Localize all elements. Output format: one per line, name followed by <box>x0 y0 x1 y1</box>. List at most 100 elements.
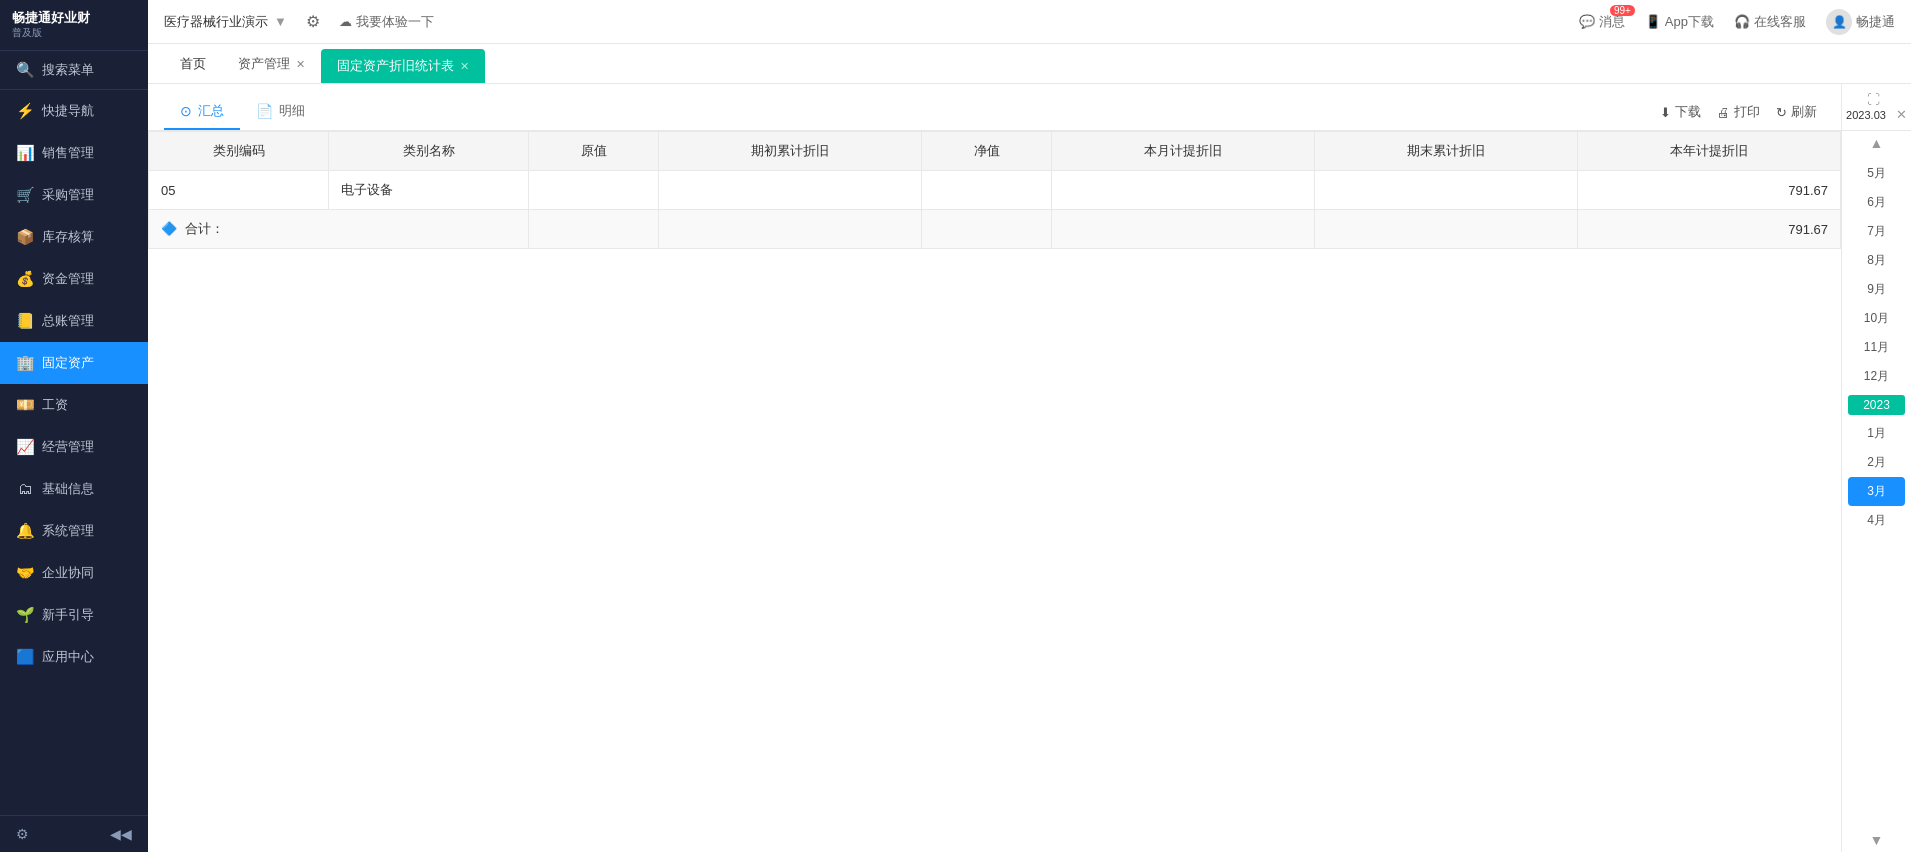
sub-tabs: ⊙ 汇总 📄 明细 ⬇ 下载 🖨 打印 <box>148 84 1841 131</box>
close-icon[interactable]: ✕ <box>1896 107 1907 122</box>
col-header-code: 类别编码 <box>149 132 329 171</box>
sidebar-item-enterprise[interactable]: 🤝 企业协同 <box>0 552 148 594</box>
operations-icon: 📈 <box>16 438 34 456</box>
service-icon: 🎧 <box>1734 14 1750 29</box>
topbar: 医疗器械行业演示 ▼ ⚙ ☁ 我要体验一下 💬 消息 99+ 📱 App下载 🎧… <box>148 0 1911 44</box>
col-header-annual: 本年计提折旧 <box>1578 132 1841 171</box>
summary-tab-icon: ⊙ <box>180 103 192 119</box>
dropdown-icon: ▼ <box>274 14 287 29</box>
month-9[interactable]: 9月 <box>1842 275 1911 304</box>
download-label: App下载 <box>1665 13 1714 31</box>
enterprise-icon: 🤝 <box>16 564 34 582</box>
month-11[interactable]: 11月 <box>1842 333 1911 362</box>
month-1[interactable]: 1月 <box>1842 419 1911 448</box>
tab-depreciation-close[interactable]: ✕ <box>460 60 469 73</box>
sidebar-item-purchase[interactable]: 🛒 采购管理 <box>0 174 148 216</box>
col-header-original: 原值 <box>529 132 659 171</box>
sidebar-item-label: 固定资产 <box>42 354 94 372</box>
sidebar-item-label: 资金管理 <box>42 270 94 288</box>
company-selector[interactable]: 医疗器械行业演示 ▼ <box>164 13 287 31</box>
nav-up-arrow[interactable]: ▲ <box>1842 131 1911 155</box>
data-table: 类别编码 类别名称 原值 期初累计折旧 净值 本月计提折旧 期末累计折旧 本年计… <box>148 131 1841 249</box>
main-area: 医疗器械行业演示 ▼ ⚙ ☁ 我要体验一下 💬 消息 99+ 📱 App下载 🎧… <box>148 0 1911 852</box>
month-10[interactable]: 10月 <box>1842 304 1911 333</box>
right-panel: ⛶ 2023.03 ✕ ▲ 5月 6月 7月 8月 9月 10月 11月 12月… <box>1841 84 1911 852</box>
sidebar-item-sales[interactable]: 📊 销售管理 <box>0 132 148 174</box>
month-4[interactable]: 4月 <box>1842 506 1911 535</box>
sidebar-item-inventory[interactable]: 📦 库存核算 <box>0 216 148 258</box>
summary-net <box>922 210 1052 249</box>
sidebar-settings-icon[interactable]: ⚙ <box>16 826 29 842</box>
app-edition: 普及版 <box>12 26 90 40</box>
summary-icon: 🔷 <box>161 221 177 236</box>
sidebar-item-quick-nav[interactable]: ⚡ 快捷导航 <box>0 90 148 132</box>
settings-button[interactable]: ⚙ <box>299 8 327 36</box>
summary-row: 🔷 合计： 791.67 <box>149 210 1841 249</box>
sidebar-collapse-icon[interactable]: ◀◀ <box>110 826 132 842</box>
refresh-button[interactable]: ↻ 刷新 <box>1776 103 1817 121</box>
right-panel-months: 5月 6月 7月 8月 9月 10月 11月 12月 2023 1月 2月 3月… <box>1842 155 1911 828</box>
sidebar-item-guide[interactable]: 🌱 新手引导 <box>0 594 148 636</box>
sidebar-item-label: 采购管理 <box>42 186 94 204</box>
sidebar-item-label: 系统管理 <box>42 522 94 540</box>
current-date: 2023.03 <box>1846 109 1886 121</box>
sidebar-item-label: 基础信息 <box>42 480 94 498</box>
sidebar-item-salary[interactable]: 💴 工资 <box>0 384 148 426</box>
summary-annual: 791.67 <box>1578 210 1841 249</box>
service-button[interactable]: 🎧 在线客服 <box>1734 13 1806 31</box>
cell-code: 05 <box>149 171 329 210</box>
tab-asset-mgmt[interactable]: 资产管理 ✕ <box>222 47 321 83</box>
user-button[interactable]: 👤 畅捷通 <box>1826 9 1895 35</box>
message-button[interactable]: 💬 消息 99+ <box>1579 13 1625 31</box>
sidebar-item-fixed-assets[interactable]: 🏢 固定资产 <box>0 342 148 384</box>
sidebar-item-search[interactable]: 🔍 搜索菜单 <box>0 51 148 90</box>
sidebar-item-ledger[interactable]: 📒 总账管理 <box>0 300 148 342</box>
detail-tab-label: 明细 <box>279 102 305 120</box>
summary-label: 🔷 合计： <box>149 210 529 249</box>
month-7[interactable]: 7月 <box>1842 217 1911 246</box>
sub-tab-detail[interactable]: 📄 明细 <box>240 94 321 130</box>
ledger-icon: 📒 <box>16 312 34 330</box>
sidebar-item-funds[interactable]: 💰 资金管理 <box>0 258 148 300</box>
system-icon: 🔔 <box>16 522 34 540</box>
sidebar-item-label: 快捷导航 <box>42 102 94 120</box>
experience-button[interactable]: ☁ 我要体验一下 <box>339 13 434 31</box>
month-12[interactable]: 12月 <box>1842 362 1911 391</box>
expand-icon[interactable]: ⛶ <box>1867 92 1880 107</box>
tab-asset-mgmt-close[interactable]: ✕ <box>296 58 305 71</box>
sales-icon: 📊 <box>16 144 34 162</box>
tab-depreciation-table[interactable]: 固定资产折旧统计表 ✕ <box>321 49 485 83</box>
month-6[interactable]: 6月 <box>1842 188 1911 217</box>
sidebar-item-label: 企业协同 <box>42 564 94 582</box>
sidebar-item-label: 库存核算 <box>42 228 94 246</box>
col-header-net: 净值 <box>922 132 1052 171</box>
sidebar-search-label: 搜索菜单 <box>42 61 94 79</box>
message-icon: 💬 <box>1579 14 1595 29</box>
month-3-current[interactable]: 3月 <box>1848 477 1905 506</box>
sidebar-item-system[interactable]: 🔔 系统管理 <box>0 510 148 552</box>
month-8[interactable]: 8月 <box>1842 246 1911 275</box>
download-label: 下载 <box>1675 103 1701 121</box>
refresh-label: 刷新 <box>1791 103 1817 121</box>
user-label: 畅捷通 <box>1856 13 1895 31</box>
settings-icon: ⚙ <box>306 12 320 31</box>
summary-monthly <box>1052 210 1315 249</box>
inventory-icon: 📦 <box>16 228 34 246</box>
cell-net <box>922 171 1052 210</box>
download-button[interactable]: ⬇ 下载 <box>1660 103 1701 121</box>
sidebar-item-basic-info[interactable]: 🗂 基础信息 <box>0 468 148 510</box>
tabs-bar: 首页 资产管理 ✕ 固定资产折旧统计表 ✕ <box>148 44 1911 84</box>
print-button[interactable]: 🖨 打印 <box>1717 103 1760 121</box>
month-2[interactable]: 2月 <box>1842 448 1911 477</box>
sidebar-item-operations[interactable]: 📈 经营管理 <box>0 426 148 468</box>
tab-home[interactable]: 首页 <box>164 47 222 83</box>
summary-tab-label: 汇总 <box>198 102 224 120</box>
table-row[interactable]: 05 电子设备 791.67 <box>149 171 1841 210</box>
nav-down-arrow[interactable]: ▼ <box>1842 828 1911 852</box>
month-5[interactable]: 5月 <box>1842 159 1911 188</box>
sub-tab-summary[interactable]: ⊙ 汇总 <box>164 94 240 130</box>
sidebar-bottom: ⚙ ◀◀ <box>0 815 148 852</box>
sidebar-item-label: 新手引导 <box>42 606 94 624</box>
download-button[interactable]: 📱 App下载 <box>1645 13 1714 31</box>
sidebar-item-app-center[interactable]: 🟦 应用中心 <box>0 636 148 678</box>
